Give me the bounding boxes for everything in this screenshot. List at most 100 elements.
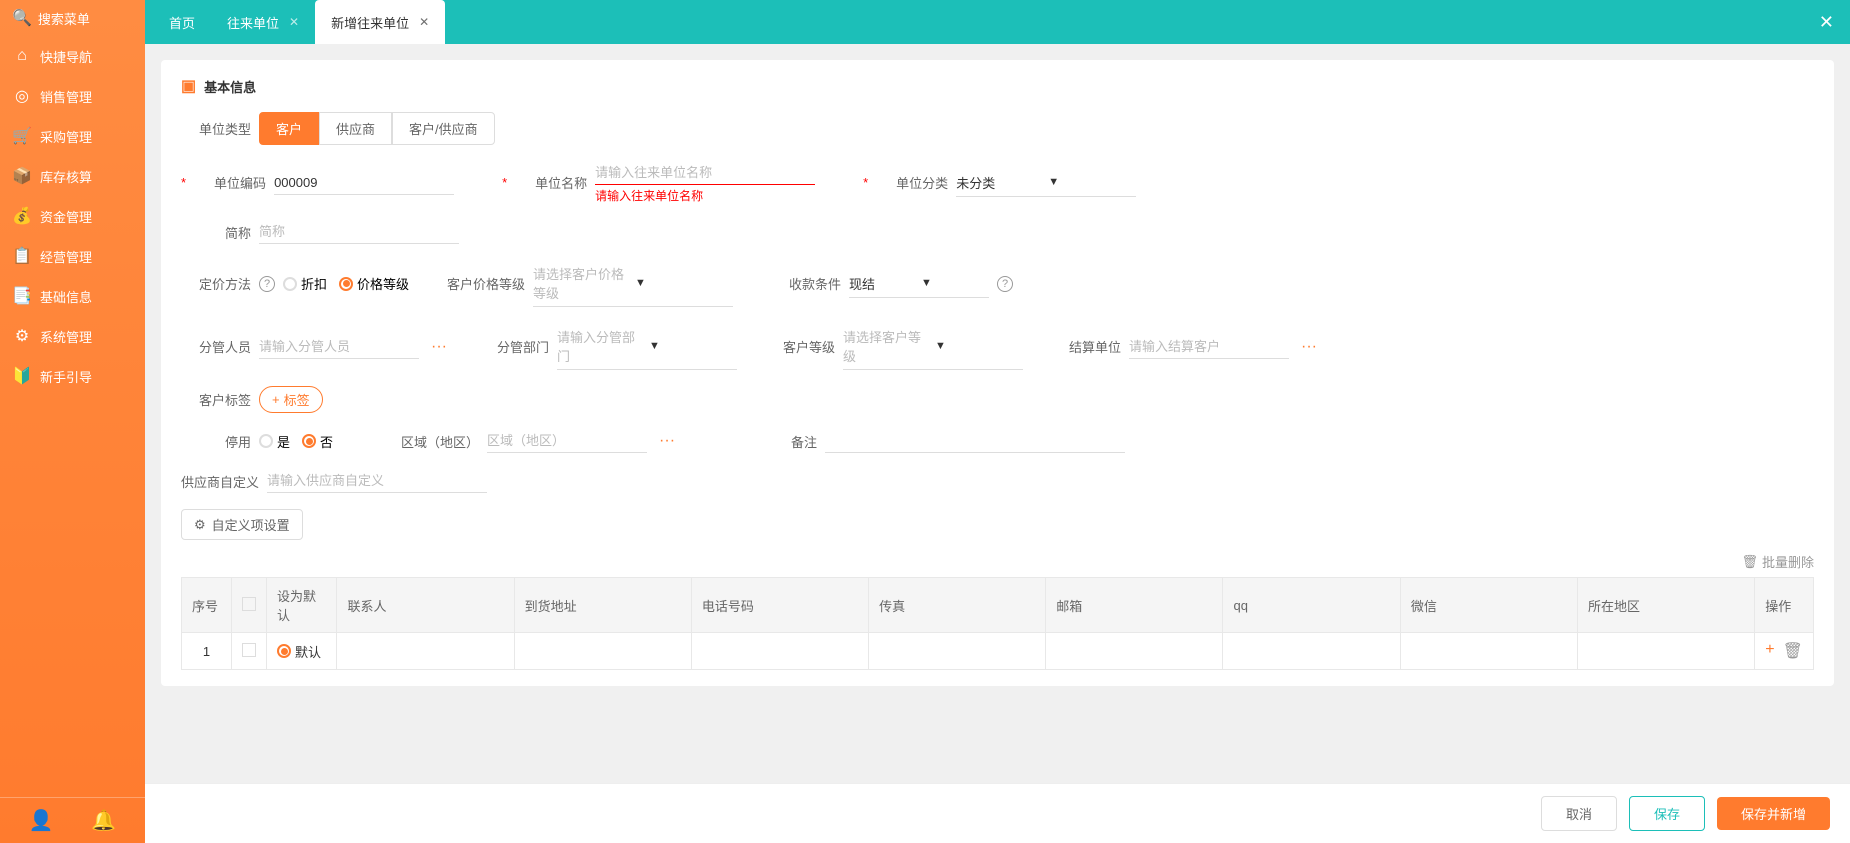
content-area: ▣ 基本信息 单位类型 客户 供应商 客户/供应商 * 单位编码 * [145,44,1850,783]
sidebar-item-basic-info[interactable]: 📑 基础信息 [0,276,145,316]
main-area: 首页 往来单位 ✕ 新增往来单位 ✕ ✕ ▣ 基本信息 单位类型 客户 供应商 [145,0,1850,843]
customer-price-select[interactable]: 请选择客户价格等级 ▼ [533,260,733,307]
sidebar-item-finance[interactable]: 💰 资金管理 [0,196,145,236]
th-contact: 联系人 [337,578,514,633]
row-fax[interactable] [869,633,1046,670]
unit-type-supplier[interactable]: 供应商 [319,112,392,145]
row-wechat[interactable] [1400,633,1577,670]
sidebar-item-inventory[interactable]: 📦 库存核算 [0,156,145,196]
dept-select[interactable]: 请输入分管部门 ▼ [557,323,737,370]
unit-code-label: 单位编码 [196,173,266,192]
pricing-price-level-option[interactable]: 价格等级 [339,274,409,293]
header-checkbox[interactable] [242,597,256,611]
remark-input[interactable] [825,429,1125,453]
tab-bar-close-btn[interactable]: ✕ [1819,12,1834,33]
row-default: 默认 [267,633,337,670]
custom-settings-btn[interactable]: ⚙ 自定义项设置 [181,509,303,540]
unit-type-group: 客户 供应商 客户/供应商 [259,112,495,145]
batch-delete-icon: 🗑 [1741,554,1758,570]
sidebar-item-sales[interactable]: ◎ 销售管理 [0,76,145,116]
row-contact[interactable] [337,633,514,670]
row-address-input[interactable] [525,644,681,659]
basic-info-card: ▣ 基本信息 单位类型 客户 供应商 客户/供应商 * 单位编码 * [161,60,1834,686]
row-region[interactable] [1578,633,1755,670]
tab-home[interactable]: 首页 [153,0,211,44]
unit-type-customer[interactable]: 客户 [259,112,319,145]
row-phone-input[interactable] [702,644,858,659]
tab-home-label: 首页 [169,13,195,32]
tab-new-partner-close[interactable]: ✕ [419,15,429,29]
row-actions: + 🗑 [1755,633,1814,670]
row-fax-input[interactable] [879,644,1035,659]
region-more-btn[interactable]: ··· [655,432,679,450]
manager-input[interactable] [259,335,419,359]
row-email-input[interactable] [1056,644,1212,659]
unit-type-row: 单位类型 客户 供应商 客户/供应商 [181,112,1814,145]
unit-name-input[interactable] [595,161,815,185]
pricing-discount-option[interactable]: 折扣 [283,274,327,293]
row-address[interactable] [514,633,691,670]
sidebar-item-system[interactable]: ⚙ 系统管理 [0,316,145,356]
th-default: 设为默认 [267,578,337,633]
row-checkbox[interactable] [242,643,256,657]
th-region: 所在地区 [1578,578,1755,633]
sidebar-item-quick-nav[interactable]: ⌂ 快捷导航 [0,36,145,76]
row-default-radio[interactable] [277,644,291,658]
payment-help-icon[interactable]: ? [997,276,1013,292]
unit-type-both[interactable]: 客户/供应商 [392,112,495,145]
custom-def-row: 供应商自定义 [181,469,1814,493]
row-default-radio-item[interactable]: 默认 [277,642,326,661]
save-new-button[interactable]: 保存并新增 [1717,797,1830,830]
customer-level-arrow: ▼ [935,340,1023,352]
sidebar-item-operations[interactable]: 📋 经营管理 [0,236,145,276]
notification-icon[interactable]: 🔔 [91,808,116,833]
manager-row: 分管人员 ··· 分管部门 请输入分管部门 ▼ 客户等级 请选择客户等级 ▼ 结… [181,323,1814,370]
disable-no-radio[interactable] [302,434,316,448]
row-email[interactable] [1046,633,1223,670]
payment-select[interactable]: 现结 ▼ [849,270,989,298]
tab-partners[interactable]: 往来单位 ✕ [211,0,315,44]
disable-yes-option[interactable]: 是 [259,432,290,451]
row-qq[interactable] [1223,633,1400,670]
sidebar: 🔍 搜索菜单 ⌂ 快捷导航 ◎ 销售管理 🛒 采购管理 📦 库存核算 💰 资金管… [0,0,145,843]
sidebar-search-label: 搜索菜单 [38,9,90,28]
abbr-input[interactable] [259,220,459,244]
settlement-more-btn[interactable]: ··· [1297,338,1321,356]
unit-code-input[interactable] [274,171,454,195]
tab-new-partner[interactable]: 新增往来单位 ✕ [315,0,445,44]
sidebar-item-guide[interactable]: 🔰 新手引导 [0,356,145,396]
disable-yes-radio[interactable] [259,434,273,448]
row-region-input[interactable] [1588,644,1744,659]
tab-partners-close[interactable]: ✕ [289,15,299,29]
row-delete-btn[interactable]: 🗑 [1783,641,1803,661]
th-phone: 电话号码 [691,578,868,633]
pricing-price-level-radio[interactable] [339,277,353,291]
sidebar-item-purchase[interactable]: 🛒 采购管理 [0,116,145,156]
add-tag-btn[interactable]: + 标签 [259,386,323,413]
custom-def-input[interactable] [267,469,487,493]
custom-settings-label: 自定义项设置 [212,515,290,534]
tab-partners-label: 往来单位 [227,13,279,32]
disable-no-label: 否 [320,432,333,451]
th-seq: 序号 [182,578,232,633]
user-icon[interactable]: 👤 [29,808,54,833]
cancel-button[interactable]: 取消 [1541,796,1617,831]
pricing-discount-radio[interactable] [283,277,297,291]
row-check[interactable] [232,633,267,670]
sidebar-search[interactable]: 🔍 搜索菜单 [0,0,145,36]
pricing-help-icon[interactable]: ? [259,276,275,292]
row-qq-input[interactable] [1233,644,1389,659]
disable-no-option[interactable]: 否 [302,432,333,451]
batch-delete-btn[interactable]: 🗑 批量删除 [181,552,1814,571]
settlement-input[interactable] [1129,335,1289,359]
row-add-btn[interactable]: + [1765,641,1774,661]
th-wechat: 微信 [1400,578,1577,633]
region-input[interactable] [487,429,647,453]
unit-category-select[interactable]: 未分类 ▼ [956,169,1136,197]
row-contact-input[interactable] [347,644,503,659]
row-phone[interactable] [691,633,868,670]
customer-level-select[interactable]: 请选择客户等级 ▼ [843,323,1023,370]
save-button[interactable]: 保存 [1629,796,1705,831]
manager-more-btn[interactable]: ··· [427,338,451,356]
row-wechat-input[interactable] [1411,644,1567,659]
